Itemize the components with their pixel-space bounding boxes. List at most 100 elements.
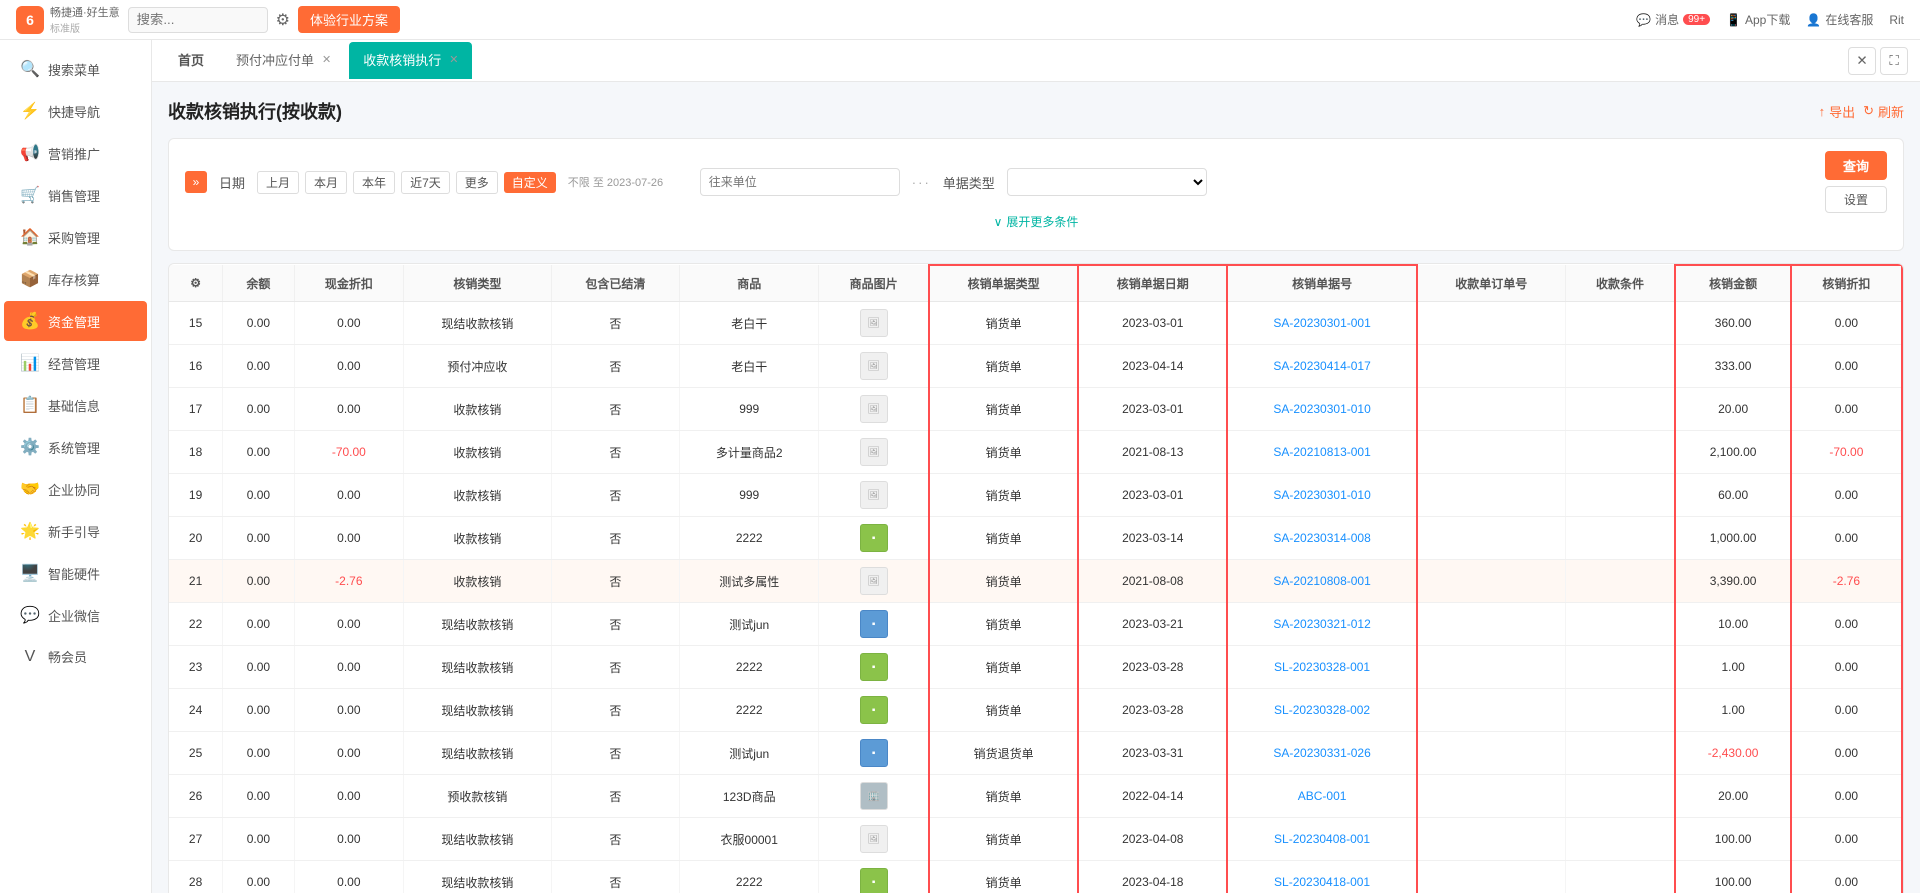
cell-receipt-condition xyxy=(1565,732,1675,775)
bill-no-link[interactable]: SA-20230321-012 xyxy=(1273,617,1370,631)
cell-contains-settled: 否 xyxy=(551,517,680,560)
bill-no-link[interactable]: SA-20210808-001 xyxy=(1273,574,1370,588)
cell-no: 15 xyxy=(169,302,223,345)
sidebar-item-purchase[interactable]: 🏠 采购管理 xyxy=(4,217,147,257)
tab-prepay-close[interactable]: ✕ xyxy=(322,53,331,66)
cell-bill-no: SA-20230301-001 xyxy=(1227,302,1416,345)
table-row: 27 0.00 0.00 现结收款核销 否 衣服00001 🖼 销货单 2023… xyxy=(169,818,1902,861)
tab-expand-button[interactable]: ⛶ xyxy=(1880,47,1908,75)
sidebar-item-inventory[interactable]: 📦 库存核算 xyxy=(4,259,147,299)
sidebar-label-inventory: 库存核算 xyxy=(48,270,100,289)
from-unit-input[interactable] xyxy=(700,168,900,196)
sidebar-item-wechat[interactable]: 💬 企业微信 xyxy=(4,595,147,635)
search-input[interactable] xyxy=(128,7,268,33)
gear-icon[interactable]: ⚙ xyxy=(276,10,290,30)
sidebar-item-finance[interactable]: 💰 资金管理 xyxy=(4,301,147,341)
table-row: 22 0.00 0.00 现结收款核销 否 测试jun ▪ 销货单 2023-0… xyxy=(169,603,1902,646)
date-this-month[interactable]: 本月 xyxy=(305,171,347,194)
bill-no-link[interactable]: SL-20230328-001 xyxy=(1274,660,1370,674)
cell-cash-discount: 0.00 xyxy=(294,646,403,689)
refresh-button[interactable]: ↻ 刷新 xyxy=(1863,102,1904,121)
cell-writeoff-amount: 2,100.00 xyxy=(1675,431,1790,474)
date-last-month[interactable]: 上月 xyxy=(257,171,299,194)
goods-image: 🏢 xyxy=(860,782,888,810)
goods-image: 🖼 xyxy=(860,438,888,466)
cell-writeoff-type: 收款核销 xyxy=(404,474,552,517)
col-header-balance: 余额 xyxy=(223,265,294,302)
cell-balance: 0.00 xyxy=(223,775,294,818)
settings-button[interactable]: 设置 xyxy=(1825,186,1887,213)
goods-image: 🖼 xyxy=(860,825,888,853)
cell-cash-discount: 0.00 xyxy=(294,345,403,388)
online-service-button[interactable]: 👤 在线客服 xyxy=(1806,11,1873,28)
sidebar-item-business[interactable]: 📊 经营管理 xyxy=(4,343,147,383)
tab-collection[interactable]: 收款核销执行 ✕ xyxy=(349,42,472,79)
sidebar-item-member[interactable]: V 畅会员 xyxy=(4,637,147,676)
tab-collection-close[interactable]: ✕ xyxy=(449,53,458,66)
table-scroll[interactable]: ⚙ 余额 现金折扣 核销类型 包含已结清 商品 商品图片 核销单据类型 核销单据… xyxy=(169,264,1903,893)
sidebar-item-enterprise[interactable]: 🤝 企业协同 xyxy=(4,469,147,509)
col-header-settings[interactable]: ⚙ xyxy=(169,265,223,302)
date-label: 日期 xyxy=(219,173,245,192)
cell-contains-settled: 否 xyxy=(551,775,680,818)
date-7days[interactable]: 近7天 xyxy=(401,171,450,194)
purchase-icon: 🏠 xyxy=(20,227,40,247)
cell-receipt-condition xyxy=(1565,302,1675,345)
bill-no-link[interactable]: SA-20230414-017 xyxy=(1273,359,1370,373)
app-icon: 📱 xyxy=(1726,13,1741,27)
filter-expand-button[interactable]: » xyxy=(185,171,207,193)
col-header-writeoff-discount: 核销折扣 xyxy=(1791,265,1902,302)
cell-no: 25 xyxy=(169,732,223,775)
cell-goods-img: ▪ xyxy=(819,861,929,893)
bill-no-link[interactable]: SA-20230301-010 xyxy=(1273,488,1370,502)
cell-writeoff-amount: 60.00 xyxy=(1675,474,1790,517)
cell-bill-date: 2021-08-13 xyxy=(1078,431,1227,474)
user-profile[interactable]: Rit xyxy=(1889,13,1904,27)
cell-receipt-condition xyxy=(1565,818,1675,861)
sidebar-item-marketing[interactable]: 📢 营销推广 xyxy=(4,133,147,173)
date-this-year[interactable]: 本年 xyxy=(353,171,395,194)
cell-goods: 测试jun xyxy=(680,603,819,646)
bill-no-link[interactable]: ABC-001 xyxy=(1298,789,1347,803)
bill-no-link[interactable]: SA-20230331-026 xyxy=(1273,746,1370,760)
cell-balance: 0.00 xyxy=(223,818,294,861)
sidebar-label-marketing: 营销推广 xyxy=(48,144,100,163)
notifications-button[interactable]: 💬 消息 99+ xyxy=(1636,11,1710,28)
date-more[interactable]: 更多 xyxy=(456,171,498,194)
inventory-icon: 📦 xyxy=(20,269,40,289)
query-button[interactable]: 查询 xyxy=(1825,151,1887,180)
cell-writeoff-amount: 100.00 xyxy=(1675,861,1790,893)
cell-cash-discount: 0.00 xyxy=(294,861,403,893)
cell-balance: 0.00 xyxy=(223,646,294,689)
bill-no-link[interactable]: SA-20230301-010 xyxy=(1273,402,1370,416)
bill-no-link[interactable]: SL-20230328-002 xyxy=(1274,703,1370,717)
sidebar-item-system[interactable]: ⚙️ 系统管理 xyxy=(4,427,147,467)
export-button[interactable]: ↑ 导出 xyxy=(1819,102,1856,121)
cell-bill-date: 2023-03-31 xyxy=(1078,732,1227,775)
sidebar-item-basic[interactable]: 📋 基础信息 xyxy=(4,385,147,425)
expand-more-button[interactable]: ∨ 展开更多条件 xyxy=(185,213,1887,230)
app-download-button[interactable]: 📱 App下载 xyxy=(1726,11,1790,28)
plan-button[interactable]: 体验行业方案 xyxy=(298,6,400,33)
bill-type-select[interactable] xyxy=(1007,168,1207,196)
bill-no-link[interactable]: SA-20230314-008 xyxy=(1273,531,1370,545)
goods-image: 🖼 xyxy=(860,567,888,595)
cell-cash-discount: 0.00 xyxy=(294,818,403,861)
cell-writeoff-discount: 0.00 xyxy=(1791,603,1902,646)
bill-no-link[interactable]: SL-20230408-001 xyxy=(1274,832,1370,846)
bill-no-link[interactable]: SL-20230418-001 xyxy=(1274,875,1370,889)
tab-close-button[interactable]: ✕ xyxy=(1848,47,1876,75)
cell-bill-date: 2023-03-14 xyxy=(1078,517,1227,560)
tab-prepay[interactable]: 预付冲应付单 ✕ xyxy=(222,42,345,79)
bill-no-link[interactable]: SA-20210813-001 xyxy=(1273,445,1370,459)
cell-contains-settled: 否 xyxy=(551,388,680,431)
sidebar-item-shortcut[interactable]: ⚡ 快捷导航 xyxy=(4,91,147,131)
cell-writeoff-type: 收款核销 xyxy=(404,431,552,474)
sidebar-item-search[interactable]: 🔍 搜索菜单 xyxy=(4,49,147,89)
sidebar-item-sales[interactable]: 🛒 销售管理 xyxy=(4,175,147,215)
tab-home[interactable]: 首页 xyxy=(164,42,218,79)
bill-no-link[interactable]: SA-20230301-001 xyxy=(1273,316,1370,330)
sidebar-item-guide[interactable]: 🌟 新手引导 xyxy=(4,511,147,551)
col-header-receipt-condition: 收款条件 xyxy=(1565,265,1675,302)
sidebar-item-hardware[interactable]: 🖥️ 智能硬件 xyxy=(4,553,147,593)
